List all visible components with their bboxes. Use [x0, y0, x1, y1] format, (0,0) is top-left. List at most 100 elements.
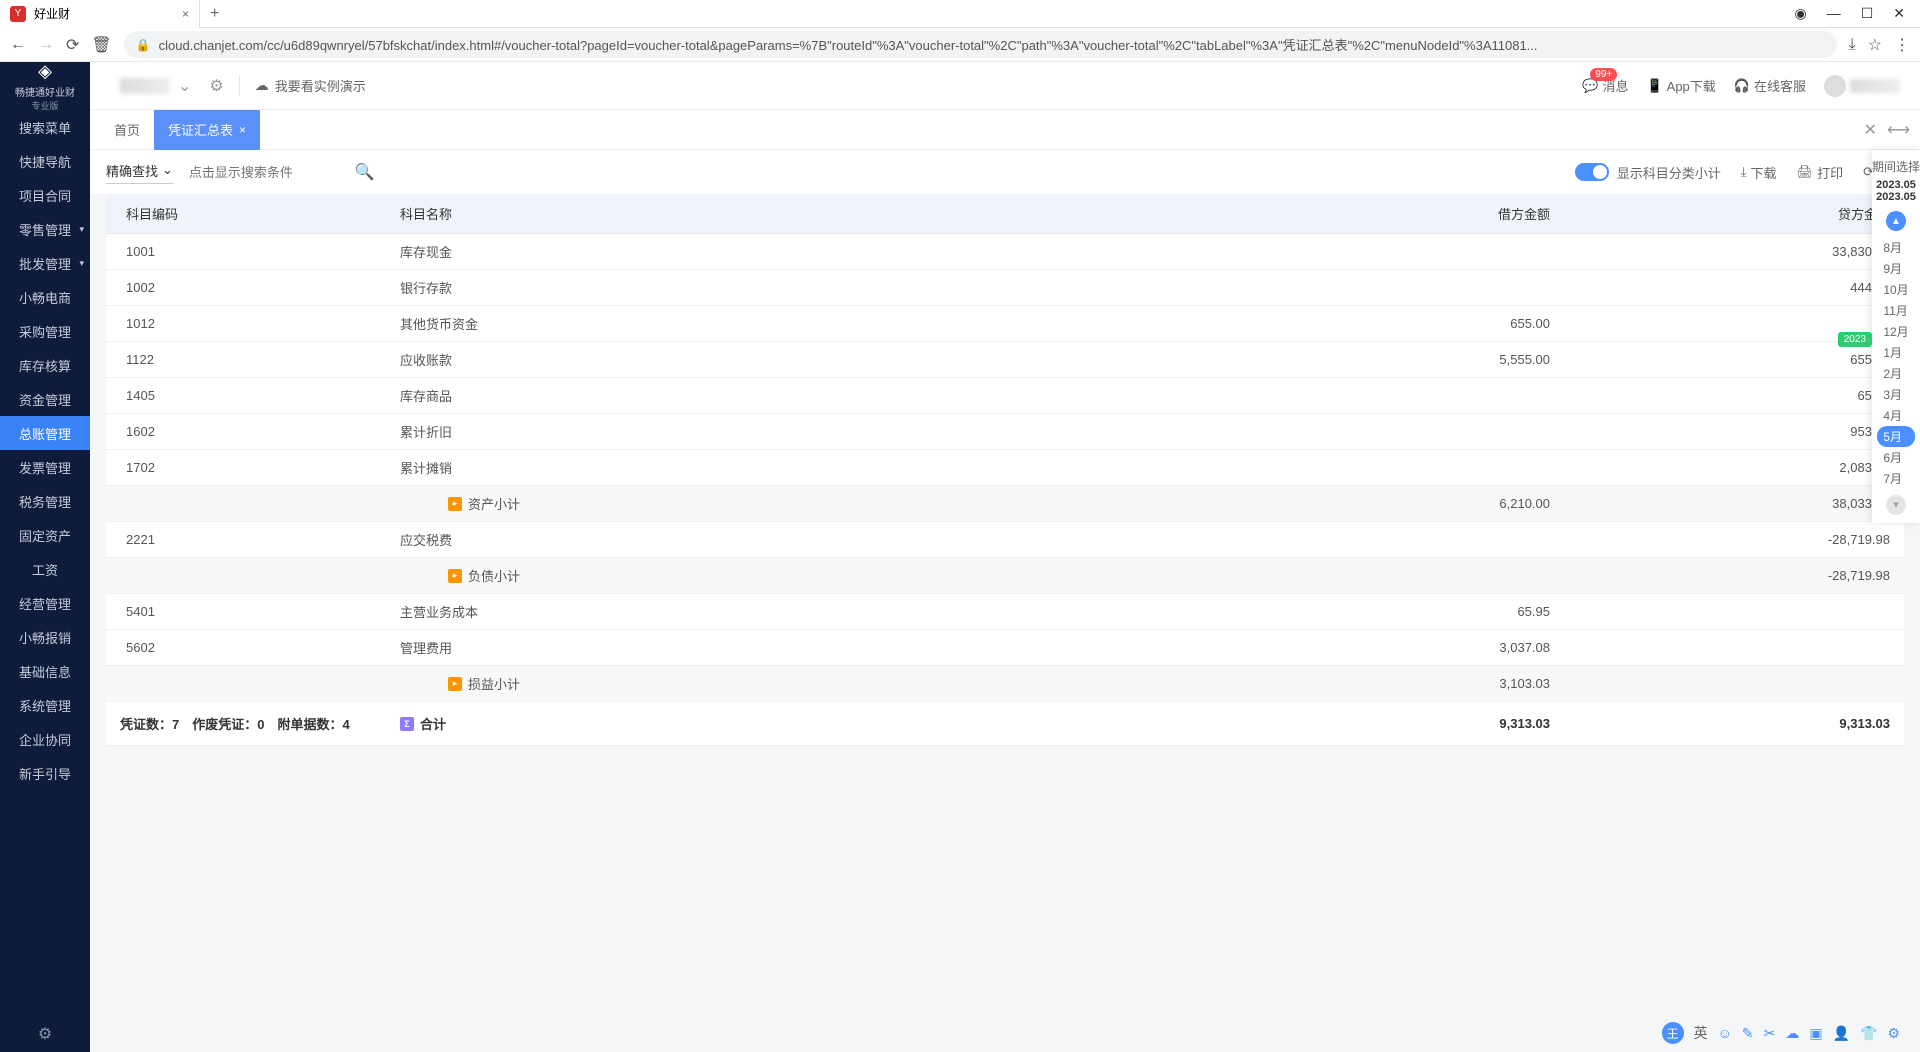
sidebar-item-9[interactable]: 总账管理 — [0, 416, 90, 450]
sidebar-item-7[interactable]: 库存核算 — [0, 348, 90, 382]
table-row[interactable]: 5602 管理费用 3,037.08 — [106, 630, 1904, 666]
support-button[interactable]: 🎧 在线客服 — [1734, 76, 1806, 95]
maximize-icon[interactable]: ☐ — [1861, 5, 1874, 22]
period-to[interactable]: 2023.05 — [1876, 191, 1916, 203]
tab-voucher-summary[interactable]: 凭证汇总表 × — [154, 110, 260, 150]
table-row[interactable]: 1012 其他货币资金 655.00 — [106, 306, 1904, 342]
ime-emoji-icon[interactable]: ☺ — [1718, 1025, 1732, 1041]
ime-image-icon[interactable]: ▣ — [1809, 1025, 1822, 1042]
search-icon[interactable]: 🔍 — [355, 162, 375, 182]
close-tab-icon[interactable]: × — [239, 123, 246, 137]
search-input[interactable] — [189, 165, 339, 180]
browser-tab[interactable]: Y 好业财 × — [0, 0, 200, 28]
app-download-button[interactable]: 📱 App下载 — [1646, 76, 1715, 95]
month-option[interactable]: 6月 — [1877, 447, 1914, 468]
sidebar-item-1[interactable]: 快捷导航 — [0, 144, 90, 178]
ime-shirt-icon[interactable]: 👕 — [1860, 1025, 1877, 1042]
user-menu[interactable] — [1824, 75, 1900, 97]
month-option[interactable]: 12月 — [1877, 321, 1914, 342]
month-option[interactable]: 1月 — [1877, 342, 1914, 363]
scroll-up-button[interactable]: ▲ — [1886, 211, 1906, 231]
table-row[interactable]: 1001 库存现金 33,830.98 — [106, 234, 1904, 270]
header-credit[interactable]: 贷方金额 — [1564, 194, 1904, 234]
ime-main-icon[interactable]: 王 — [1662, 1022, 1684, 1044]
url-input[interactable]: 🔒 cloud.chanjet.com/cc/u6d89qwnryel/57bf… — [124, 31, 1837, 58]
sidebar-item-15[interactable]: 小畅报销 — [0, 620, 90, 654]
sidebar-item-5[interactable]: 小畅电商 — [0, 280, 90, 314]
table-row[interactable]: 2221 应交税费 -28,719.98 — [106, 522, 1904, 558]
table-row[interactable]: ▸负债小计 -28,719.98 — [106, 558, 1904, 594]
month-option[interactable]: 7月 — [1877, 468, 1914, 489]
toggle-switch[interactable] — [1575, 163, 1609, 181]
month-option[interactable]: 10月 — [1877, 279, 1914, 300]
sidebar-item-3[interactable]: 零售管理▾ — [0, 212, 90, 246]
minimize-icon[interactable]: — — [1827, 5, 1841, 22]
month-option[interactable]: 5月 — [1877, 426, 1914, 447]
sidebar-settings-button[interactable]: ⚙ — [0, 1016, 90, 1052]
header-debit[interactable]: 借方金额 — [1224, 194, 1564, 234]
ime-lang[interactable]: 英 — [1694, 1023, 1708, 1043]
sidebar-item-17[interactable]: 系统管理 — [0, 688, 90, 722]
month-option[interactable]: 2月 — [1877, 363, 1914, 384]
sidebar-item-0[interactable]: 搜索菜单 — [0, 110, 90, 144]
sidebar-item-2[interactable]: 项目合同 — [0, 178, 90, 212]
sidebar-item-12[interactable]: 固定资产 — [0, 518, 90, 552]
sidebar-item-6[interactable]: 采购管理 — [0, 314, 90, 348]
sidebar-item-4[interactable]: 批发管理▾ — [0, 246, 90, 280]
install-app-icon[interactable]: ⤓ — [1849, 36, 1856, 54]
trash-icon[interactable]: 🗑 — [91, 35, 111, 55]
scroll-down-button[interactable]: ▼ — [1886, 495, 1906, 515]
month-option[interactable]: 8月 — [1877, 237, 1914, 258]
forward-button[interactable]: → — [38, 36, 54, 54]
reload-button[interactable]: ⟳ — [66, 35, 79, 55]
table-row[interactable]: 1122 应收账款 5,555.00 655.00 — [106, 342, 1904, 378]
table-row[interactable]: 1602 累计折旧 953.75 — [106, 414, 1904, 450]
table-row[interactable]: 1405 库存商品 65.95 — [106, 378, 1904, 414]
menu-icon[interactable]: ⋮ — [1894, 35, 1910, 55]
month-option[interactable]: 11月 — [1877, 300, 1914, 321]
month-option[interactable]: 9月 — [1877, 258, 1914, 279]
new-tab-button[interactable]: + — [200, 5, 229, 23]
ime-user-icon[interactable]: 👤 — [1833, 1025, 1850, 1042]
sidebar-item-16[interactable]: 基础信息 — [0, 654, 90, 688]
close-window-icon[interactable]: ✕ — [1893, 5, 1905, 22]
sidebar-item-10[interactable]: 发票管理 — [0, 450, 90, 484]
table-row[interactable]: 5401 主营业务成本 65.95 — [106, 594, 1904, 630]
sidebar-item-14[interactable]: 经营管理 — [0, 586, 90, 620]
sidebar-item-11[interactable]: 税务管理 — [0, 484, 90, 518]
chevron-down-icon: ⌄ — [162, 162, 173, 178]
ime-settings-icon[interactable]: ⚙ — [1887, 1025, 1900, 1042]
month-option[interactable]: 4月 — [1877, 405, 1914, 426]
table-row[interactable]: 1002 银行存款 444.00 — [106, 270, 1904, 306]
close-tab-icon[interactable]: × — [182, 7, 189, 21]
settings-dot-icon[interactable]: ◉ — [1794, 5, 1806, 22]
sidebar-item-18[interactable]: 企业协同 — [0, 722, 90, 756]
expand-icon[interactable]: ⟷ — [1887, 120, 1910, 140]
sidebar-item-8[interactable]: 资金管理 — [0, 382, 90, 416]
ime-edit-icon[interactable]: ✎ — [1742, 1025, 1754, 1042]
sidebar-item-19[interactable]: 新手引导 — [0, 756, 90, 790]
bookmark-icon[interactable]: ☆ — [1868, 35, 1882, 55]
table-row[interactable]: ▸资产小计 6,210.00 38,033.01 — [106, 486, 1904, 522]
header-code[interactable]: 科目编码 — [106, 194, 386, 234]
header-name[interactable]: 科目名称 — [386, 194, 1224, 234]
org-settings-icon[interactable]: ⚙ — [209, 76, 223, 96]
sidebar-item-13[interactable]: 工资 — [0, 552, 90, 586]
table-row[interactable]: 1702 累计摊销 2,083.33 — [106, 450, 1904, 486]
table-row[interactable]: ▸损益小计 3,103.03 — [106, 666, 1904, 702]
messages-button[interactable]: 💬 消息 99+ — [1582, 76, 1628, 95]
month-option[interactable]: 3月 — [1877, 384, 1914, 405]
cell-name: 其他货币资金 — [386, 306, 1224, 342]
download-button[interactable]: ⤓ 下载 — [1741, 163, 1777, 182]
ime-cloud-icon[interactable]: ☁ — [1785, 1025, 1799, 1042]
period-from[interactable]: 2023.05 — [1876, 179, 1916, 191]
demo-link[interactable]: ☁ 我要看实例演示 — [255, 76, 366, 95]
org-selector[interactable]: ⌄ — [110, 72, 201, 100]
close-all-tabs-icon[interactable]: ✕ — [1864, 120, 1877, 140]
ime-cut-icon[interactable]: ✂ — [1764, 1025, 1776, 1042]
subtotal-toggle[interactable]: 显示科目分类小计 — [1575, 163, 1721, 182]
tab-home[interactable]: 首页 — [100, 110, 154, 150]
print-button[interactable]: 🖨 打印 — [1797, 163, 1844, 182]
back-button[interactable]: ← — [10, 36, 26, 54]
search-mode-selector[interactable]: 精确查找 ⌄ — [106, 161, 173, 184]
